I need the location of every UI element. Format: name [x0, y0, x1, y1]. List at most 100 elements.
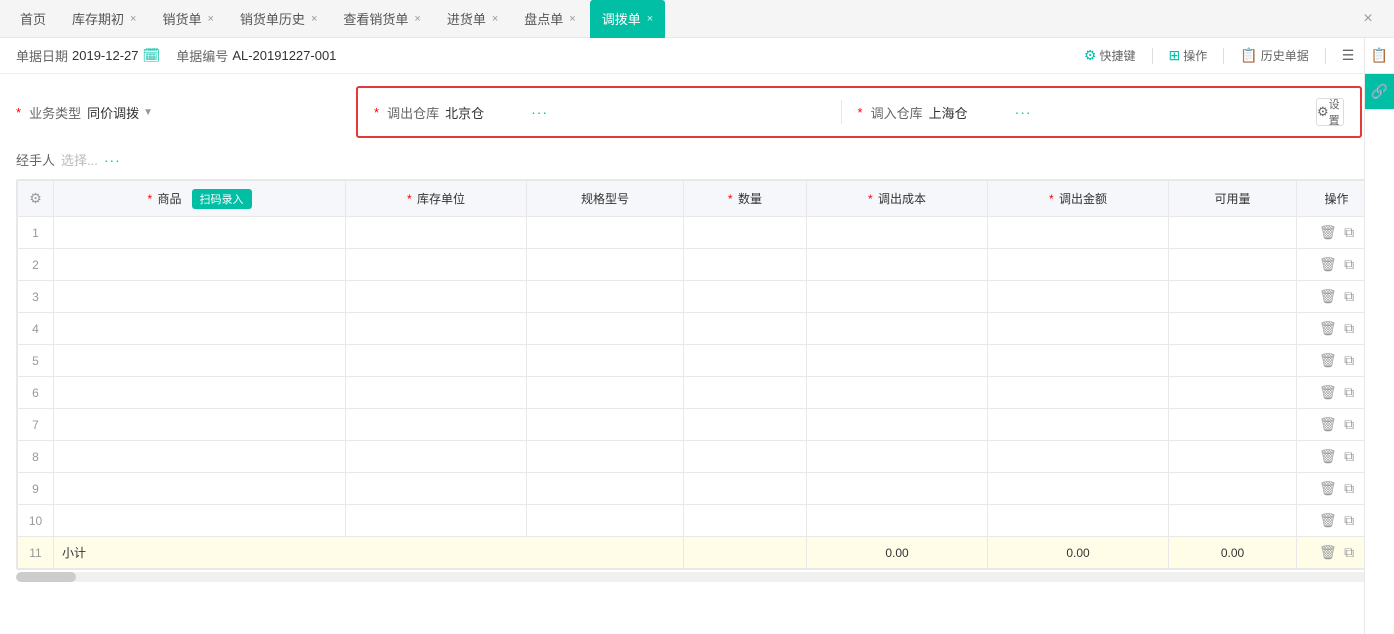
tab-inventory-init[interactable]: 库存期初 × [60, 0, 148, 38]
unit-cell-7[interactable] [346, 409, 527, 441]
qty-cell-9[interactable] [683, 473, 806, 505]
unit-cell-2[interactable] [346, 249, 527, 281]
product-cell-9[interactable] [54, 473, 346, 505]
date-value[interactable]: 2019-12-27 [72, 48, 139, 63]
qty-cell-4[interactable] [683, 313, 806, 345]
unit-cell-6[interactable] [346, 377, 527, 409]
delete-icon-10[interactable]: 🗑 [1319, 512, 1337, 528]
tab-sales-order[interactable]: 销货单 × [150, 0, 225, 38]
amount-cell-1[interactable] [988, 217, 1169, 249]
cost-cell-7[interactable] [807, 409, 988, 441]
window-close-button[interactable]: × [1350, 1, 1386, 37]
available-cell-9[interactable] [1169, 473, 1297, 505]
available-cell-5[interactable] [1169, 345, 1297, 377]
out-warehouse-value[interactable]: 北京仓 [445, 103, 525, 122]
spec-cell-2[interactable] [527, 249, 684, 281]
handler-more[interactable]: ··· [104, 152, 121, 168]
spec-cell-6[interactable] [527, 377, 684, 409]
sidebar-link-icon[interactable]: 🔗 [1365, 74, 1394, 110]
cost-cell-5[interactable] [807, 345, 988, 377]
tab-close-purchase-order[interactable]: × [492, 13, 498, 25]
product-cell-2[interactable] [54, 249, 346, 281]
in-warehouse-value[interactable]: 上海仓 [929, 103, 1009, 122]
delete-icon-1[interactable]: 🗑 [1319, 224, 1337, 240]
available-cell-7[interactable] [1169, 409, 1297, 441]
scrollbar-thumb[interactable] [16, 572, 76, 582]
tab-transfer-order[interactable]: 调拨单 × [590, 0, 665, 38]
cost-cell-8[interactable] [807, 441, 988, 473]
copy-icon-6[interactable]: ⧉ [1344, 384, 1354, 400]
calendar-icon[interactable]: 🗓 [143, 47, 161, 64]
amount-cell-8[interactable] [988, 441, 1169, 473]
amount-cell-10[interactable] [988, 505, 1169, 537]
product-cell-8[interactable] [54, 441, 346, 473]
spec-cell-10[interactable] [527, 505, 684, 537]
in-warehouse-more[interactable]: ··· [1015, 104, 1032, 120]
table-settings-icon[interactable]: ⚙ [29, 190, 42, 206]
delete-icon-4[interactable]: 🗑 [1319, 320, 1337, 336]
unit-cell-10[interactable] [346, 505, 527, 537]
delete-icon-5[interactable]: 🗑 [1319, 352, 1337, 368]
cost-cell-6[interactable] [807, 377, 988, 409]
product-cell-10[interactable] [54, 505, 346, 537]
delete-icon-11[interactable]: 🗑 [1319, 544, 1337, 560]
cost-cell-9[interactable] [807, 473, 988, 505]
cost-cell-2[interactable] [807, 249, 988, 281]
col-settings-header[interactable]: ⚙ [18, 181, 54, 217]
tab-inventory-count[interactable]: 盘点单 × [512, 0, 587, 38]
product-cell-3[interactable] [54, 281, 346, 313]
product-cell-1[interactable] [54, 217, 346, 249]
spec-cell-9[interactable] [527, 473, 684, 505]
available-cell-3[interactable] [1169, 281, 1297, 313]
delete-icon-8[interactable]: 🗑 [1319, 448, 1337, 464]
available-cell-10[interactable] [1169, 505, 1297, 537]
delete-icon-9[interactable]: 🗑 [1319, 480, 1337, 496]
handler-value[interactable]: 选择... [61, 150, 98, 169]
cost-cell-1[interactable] [807, 217, 988, 249]
spec-cell-8[interactable] [527, 441, 684, 473]
qty-cell-8[interactable] [683, 441, 806, 473]
amount-cell-4[interactable] [988, 313, 1169, 345]
spec-cell-4[interactable] [527, 313, 684, 345]
qty-cell-10[interactable] [683, 505, 806, 537]
copy-icon-2[interactable]: ⧉ [1344, 256, 1354, 272]
cost-cell-3[interactable] [807, 281, 988, 313]
amount-cell-3[interactable] [988, 281, 1169, 313]
product-cell-5[interactable] [54, 345, 346, 377]
tab-close-view-sales[interactable]: × [414, 13, 420, 25]
out-warehouse-more[interactable]: ··· [531, 104, 548, 120]
tab-purchase-order[interactable]: 进货单 × [435, 0, 510, 38]
unit-cell-8[interactable] [346, 441, 527, 473]
qty-cell-5[interactable] [683, 345, 806, 377]
delete-icon-6[interactable]: 🗑 [1319, 384, 1337, 400]
available-cell-1[interactable] [1169, 217, 1297, 249]
available-cell-2[interactable] [1169, 249, 1297, 281]
amount-cell-2[interactable] [988, 249, 1169, 281]
tab-close-inventory-init[interactable]: × [130, 13, 136, 25]
copy-icon-8[interactable]: ⧉ [1344, 448, 1354, 464]
delete-icon-3[interactable]: 🗑 [1319, 288, 1337, 304]
tab-close-sales-order[interactable]: × [207, 13, 213, 25]
available-cell-6[interactable] [1169, 377, 1297, 409]
warehouse-settings-button[interactable]: ⚙ 设置 [1316, 98, 1344, 126]
unit-cell-9[interactable] [346, 473, 527, 505]
qty-cell-2[interactable] [683, 249, 806, 281]
operations-button[interactable]: ⊞ 操作 [1169, 47, 1208, 64]
amount-cell-7[interactable] [988, 409, 1169, 441]
tab-close-sales-history[interactable]: × [311, 13, 317, 25]
copy-icon-5[interactable]: ⧉ [1344, 352, 1354, 368]
delete-icon-2[interactable]: 🗑 [1319, 256, 1337, 272]
layout-btn-1[interactable]: ☰ [1342, 47, 1355, 64]
copy-icon-7[interactable]: ⧉ [1344, 416, 1354, 432]
available-cell-8[interactable] [1169, 441, 1297, 473]
copy-icon-11[interactable]: ⧉ [1344, 544, 1354, 560]
horizontal-scrollbar[interactable] [16, 572, 1378, 582]
tab-sales-history[interactable]: 销货单历史 × [228, 0, 329, 38]
copy-icon-9[interactable]: ⧉ [1344, 480, 1354, 496]
delete-icon-7[interactable]: 🗑 [1319, 416, 1337, 432]
spec-cell-7[interactable] [527, 409, 684, 441]
product-cell-6[interactable] [54, 377, 346, 409]
unit-cell-1[interactable] [346, 217, 527, 249]
amount-cell-6[interactable] [988, 377, 1169, 409]
available-cell-4[interactable] [1169, 313, 1297, 345]
